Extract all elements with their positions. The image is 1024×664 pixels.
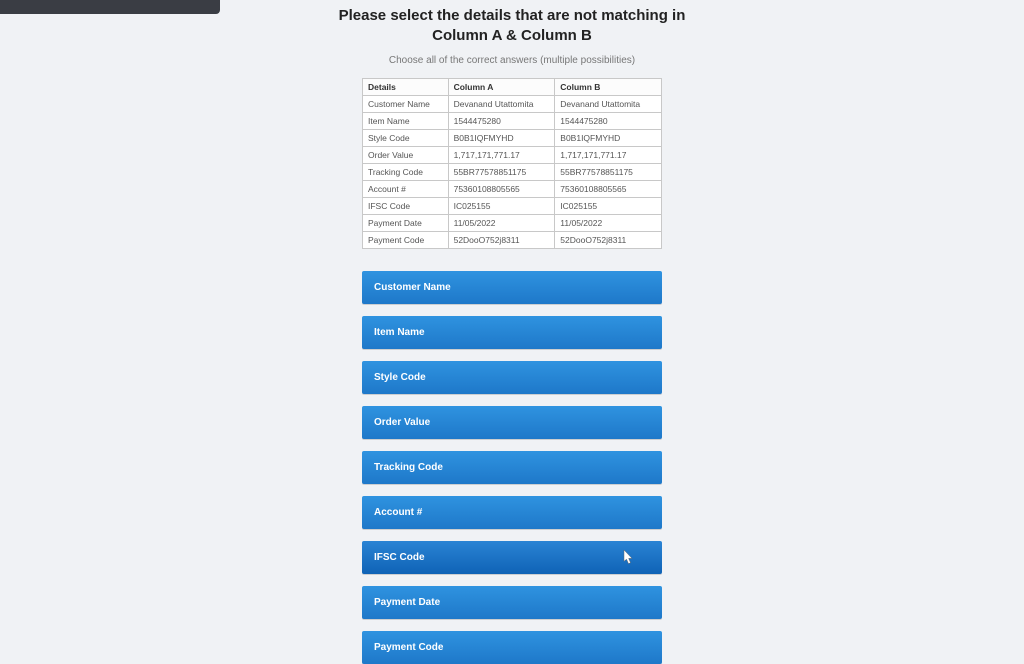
table-row: IFSC CodeIC025155IC025155 [363, 198, 662, 215]
table-row: Payment Date11/05/202211/05/2022 [363, 215, 662, 232]
table-cell: Order Value [363, 147, 449, 164]
table-row: Order Value1,717,171,771.171,717,171,771… [363, 147, 662, 164]
table-cell: 1,717,171,771.17 [555, 147, 662, 164]
table-row: Customer NameDevanand UtattomitaDevanand… [363, 96, 662, 113]
table-cell: 55BR77578851175 [448, 164, 555, 181]
heading-line2: Column A & Column B [432, 27, 592, 44]
table-cell: 55BR77578851175 [555, 164, 662, 181]
answer-option-label: Payment Code [374, 642, 443, 653]
answer-option-label: Order Value [374, 417, 430, 428]
answer-options: Customer Name Item Name Style Code Order Va… [362, 271, 662, 664]
table-row: Style CodeB0B1IQFMYHDB0B1IQFMYHD [363, 130, 662, 147]
content-wrapper: Details Column A Column B Customer NameD… [362, 78, 662, 664]
table-cell: IC025155 [448, 198, 555, 215]
answer-option-label: Account # [374, 507, 422, 518]
answer-option[interactable]: Payment Code [362, 631, 662, 664]
table-row: Item Name15444752801544475280 [363, 113, 662, 130]
answer-option[interactable]: Order Value [362, 406, 662, 439]
table-cell: 11/05/2022 [448, 215, 555, 232]
browser-tab-strip [0, 0, 220, 14]
table-cell: IFSC Code [363, 198, 449, 215]
col-a-header: Column A [448, 79, 555, 96]
table-cell: Payment Code [363, 232, 449, 249]
table-cell: 1544475280 [555, 113, 662, 130]
table-cell: Style Code [363, 130, 449, 147]
table-cell: B0B1IQFMYHD [448, 130, 555, 147]
table-cell: 75360108805565 [555, 181, 662, 198]
table-cell: 52DooO752j8311 [448, 232, 555, 249]
table-cell: 1,717,171,771.17 [448, 147, 555, 164]
table-cell: IC025155 [555, 198, 662, 215]
pointer-cursor-icon [620, 548, 636, 568]
answer-option[interactable]: Payment Date [362, 586, 662, 619]
table-header-row: Details Column A Column B [363, 79, 662, 96]
table-cell: Payment Date [363, 215, 449, 232]
table-cell: B0B1IQFMYHD [555, 130, 662, 147]
question-instruction: Choose all of the correct answers (multi… [0, 55, 1024, 66]
col-details-header: Details [363, 79, 449, 96]
table-cell: Account # [363, 181, 449, 198]
answer-option-label: Customer Name [374, 282, 451, 293]
table-cell: 52DooO752j8311 [555, 232, 662, 249]
table-row: Account #7536010880556575360108805565 [363, 181, 662, 198]
table-row: Payment Code52DooO752j831152DooO752j8311 [363, 232, 662, 249]
table-row: Tracking Code55BR7757885117555BR77578851… [363, 164, 662, 181]
table-cell: Devanand Utattomita [555, 96, 662, 113]
answer-option[interactable]: Tracking Code [362, 451, 662, 484]
table-cell: Customer Name [363, 96, 449, 113]
page-content: Please select the details that are not m… [0, 0, 1024, 664]
table-cell: 11/05/2022 [555, 215, 662, 232]
table-cell: 75360108805565 [448, 181, 555, 198]
table-cell: Devanand Utattomita [448, 96, 555, 113]
answer-option[interactable]: Customer Name [362, 271, 662, 304]
answer-option-label: IFSC Code [374, 552, 425, 563]
table-cell: 1544475280 [448, 113, 555, 130]
answer-option-label: Payment Date [374, 597, 440, 608]
answer-option[interactable]: Account # [362, 496, 662, 529]
answer-option-label: Tracking Code [374, 462, 443, 473]
heading-line1: Please select the details that are not m… [339, 7, 686, 24]
answer-option-label: Item Name [374, 327, 425, 338]
table-cell: Tracking Code [363, 164, 449, 181]
answer-option[interactable]: Style Code [362, 361, 662, 394]
answer-option[interactable]: IFSC Code [362, 541, 662, 574]
answer-option-label: Style Code [374, 372, 426, 383]
comparison-table: Details Column A Column B Customer NameD… [362, 78, 662, 249]
answer-option[interactable]: Item Name [362, 316, 662, 349]
table-cell: Item Name [363, 113, 449, 130]
col-b-header: Column B [555, 79, 662, 96]
